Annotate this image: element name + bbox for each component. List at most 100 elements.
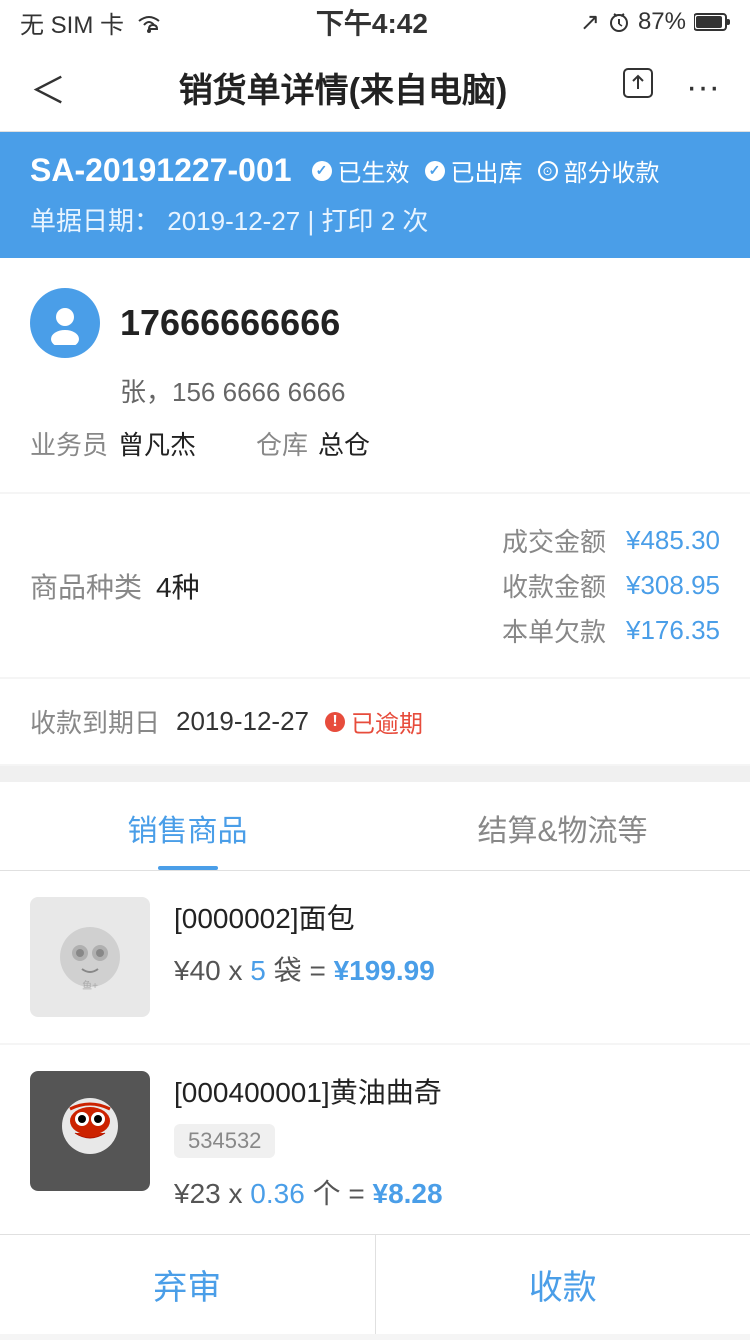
product-batch-2: 534532 <box>174 1124 275 1158</box>
bottom-bar: 弃审 收款 <box>0 1234 750 1334</box>
location-icon: ↗ <box>580 8 600 37</box>
product-price-row-1: ¥40 x 5 袋 = ¥199.99 <box>174 949 720 989</box>
overdue-text: 已逾期 <box>351 704 423 739</box>
check-icon-1: ✓ <box>312 161 332 181</box>
customer-meta: 业务员 曾凡杰 仓库 总仓 <box>30 425 720 462</box>
back-button[interactable]: ＜ <box>30 62 66 114</box>
content-wrap: SA-20191227-001 ✓ 已生效 ✓ 已出库 ⊙ 部分收款 单据日期：… <box>0 132 750 1340</box>
overdue-badge: ! 已逾期 <box>325 704 423 739</box>
product-info-2: [000400001]黄油曲奇 534532 ¥23 x 0.36 个 = ¥8… <box>174 1071 720 1212</box>
product-name-2: [000400001]黄油曲奇 <box>174 1071 720 1111</box>
warehouse-label: 仓库 <box>256 425 308 462</box>
date-label: 单据日期： <box>30 206 160 236</box>
product-qty-1: 5 <box>250 955 266 986</box>
customer-row: 17666666666 <box>30 288 720 358</box>
deal-amount-row: 成交金额 ¥485.30 <box>502 522 720 559</box>
customer-section: 17666666666 张，156 6666 6666 业务员 曾凡杰 仓库 总… <box>0 258 750 492</box>
more-button[interactable]: ··· <box>686 68 720 107</box>
confirm-label: 收款 <box>529 1260 597 1309</box>
product-item-2: [000400001]黄油曲奇 534532 ¥23 x 0.36 个 = ¥8… <box>0 1045 750 1238</box>
status-bar: 无 SIM 卡 下午4:42 ↗ 87% <box>0 0 750 44</box>
due-section: 收款到期日 2019-12-27 ! 已逾期 <box>0 679 750 764</box>
product-qty-2: 0.36 <box>250 1178 305 1209</box>
summary-section: 商品种类 4种 成交金额 ¥485.30 收款金额 ¥308.95 本单欠款 ¥… <box>0 494 750 677</box>
status-partial: ⊙ 部分收款 <box>538 153 660 188</box>
order-header-row1: SA-20191227-001 ✓ 已生效 ✓ 已出库 ⊙ 部分收款 <box>30 152 720 189</box>
tab-active-indicator <box>158 866 218 870</box>
price-eq-2: = <box>348 1178 372 1209</box>
print-divider: | 打印 <box>307 206 380 236</box>
product-total-1: ¥199.99 <box>334 955 435 986</box>
deal-amount-value: ¥485.30 <box>626 525 720 556</box>
due-label: 收款到期日 <box>30 703 160 740</box>
salesperson-item: 业务员 曾凡杰 <box>30 425 196 462</box>
status-carrier: 无 SIM 卡 <box>20 5 164 40</box>
status-time: 下午4:42 <box>316 2 428 42</box>
status-effected: ✓ 已生效 <box>312 153 410 188</box>
warehouse-value: 总仓 <box>318 425 370 462</box>
summary-left: 商品种类 4种 <box>30 522 200 649</box>
order-header: SA-20191227-001 ✓ 已生效 ✓ 已出库 ⊙ 部分收款 单据日期：… <box>0 132 750 258</box>
product-unit-1: 袋 <box>274 955 302 986</box>
tab-settlement-label: 结算&物流等 <box>477 815 647 848</box>
product-name-1: [0000002]面包 <box>174 897 720 937</box>
received-label: 收款金额 <box>502 567 606 604</box>
product-price-1: ¥40 <box>174 955 221 986</box>
status-tags: ✓ 已生效 ✓ 已出库 ⊙ 部分收款 <box>312 153 660 188</box>
tab-products[interactable]: 销售商品 <box>0 782 375 870</box>
battery-icon <box>694 12 730 32</box>
carrier-text: 无 SIM 卡 <box>20 5 124 40</box>
warehouse-item: 仓库 总仓 <box>256 425 370 462</box>
type-label: 商品种类 <box>30 566 142 606</box>
cancel-label: 弃审 <box>153 1260 221 1309</box>
svg-text:鱼+: 鱼+ <box>82 979 98 992</box>
nav-bar: ＜ 销货单详情(来自电脑) ··· <box>0 44 750 132</box>
tab-settlement[interactable]: 结算&物流等 <box>375 782 750 870</box>
product-price-2: ¥23 <box>174 1178 221 1209</box>
customer-phone: 17666666666 <box>120 302 340 344</box>
price-x-2: x <box>229 1178 251 1209</box>
battery-text: 87% <box>638 8 686 36</box>
share-button[interactable] <box>620 65 656 110</box>
product-info-1: [0000002]面包 ¥40 x 5 袋 = ¥199.99 <box>174 897 720 1017</box>
status-shipped: ✓ 已出库 <box>425 153 523 188</box>
type-count: 4种 <box>156 566 200 606</box>
nav-actions: ··· <box>620 65 720 110</box>
tab-products-label: 销售商品 <box>128 815 248 848</box>
tabs: 销售商品 结算&物流等 <box>0 782 750 871</box>
print-unit: 次 <box>402 206 428 236</box>
debt-amount-row: 本单欠款 ¥176.35 <box>502 612 720 649</box>
section-divider <box>0 766 750 782</box>
product-item: 鱼+ [0000002]面包 ¥40 x 5 袋 = ¥199.99 <box>0 871 750 1043</box>
print-count: 2 <box>381 206 395 236</box>
price-eq-1: = <box>309 955 333 986</box>
product-price-row-2: ¥23 x 0.36 个 = ¥8.28 <box>174 1172 720 1212</box>
summary-right: 成交金额 ¥485.30 收款金额 ¥308.95 本单欠款 ¥176.35 <box>502 522 720 649</box>
check-icon-2: ✓ <box>425 161 445 181</box>
product-thumb-2 <box>30 1071 150 1191</box>
product-thumb-1: 鱼+ <box>30 897 150 1017</box>
product-unit-2: 个 <box>313 1178 341 1209</box>
product-total-2: ¥8.28 <box>373 1178 443 1209</box>
due-date-value: 2019-12-27 <box>176 706 309 737</box>
clock-icon: ⊙ <box>538 161 558 181</box>
deal-amount-label: 成交金额 <box>502 522 606 559</box>
status-partial-text: 部分收款 <box>564 153 660 188</box>
page-title: 销货单详情(来自电脑) <box>179 63 508 112</box>
cancel-button[interactable]: 弃审 <box>0 1235 376 1334</box>
avatar <box>30 288 100 358</box>
wifi-icon <box>134 11 164 33</box>
cookie-placeholder-icon <box>30 1071 150 1191</box>
alarm-icon <box>608 11 630 33</box>
status-effected-text: 已生效 <box>338 153 410 188</box>
received-amount-row: 收款金额 ¥308.95 <box>502 567 720 604</box>
person-icon <box>43 301 87 345</box>
debt-label: 本单欠款 <box>502 612 606 649</box>
salesperson-value: 曾凡杰 <box>118 425 196 462</box>
product-list: 鱼+ [0000002]面包 ¥40 x 5 袋 = ¥199.99 <box>0 871 750 1238</box>
price-x-1: x <box>229 955 251 986</box>
order-id: SA-20191227-001 <box>30 152 292 189</box>
confirm-button[interactable]: 收款 <box>376 1235 750 1334</box>
bread-placeholder-icon: 鱼+ <box>50 917 130 997</box>
customer-name-phone: 张，156 6666 6666 <box>30 372 720 409</box>
